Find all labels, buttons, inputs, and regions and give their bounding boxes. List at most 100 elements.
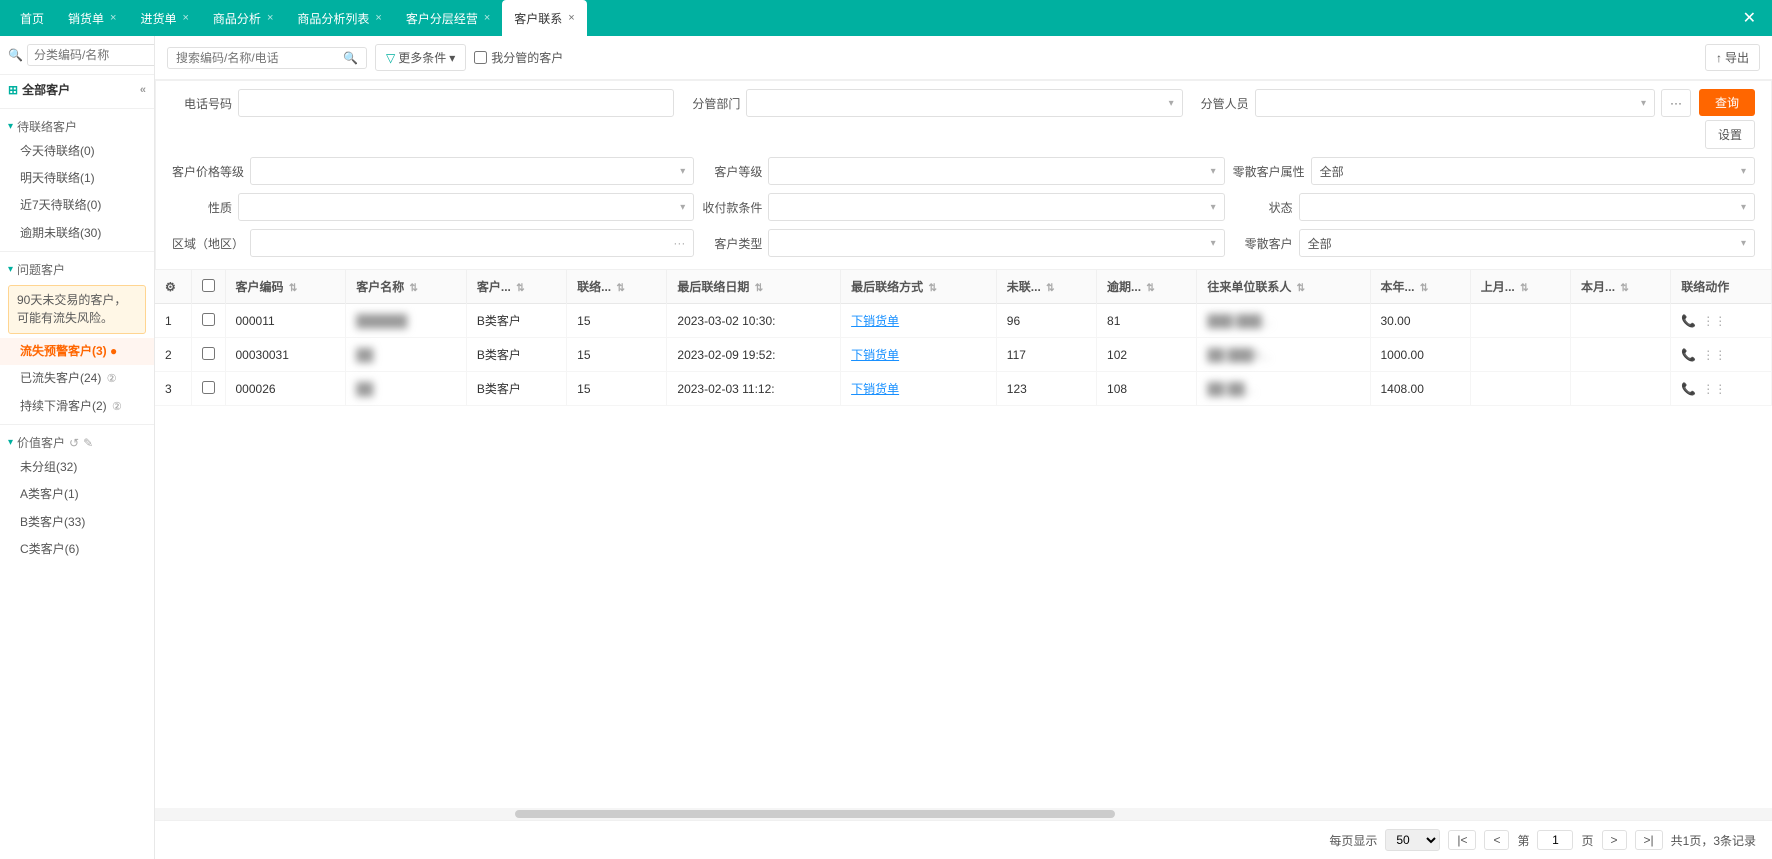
tab-home[interactable]: 首页 <box>8 0 56 36</box>
tab-customer-layer[interactable]: 客户分层经营 × <box>394 0 502 36</box>
horizontal-scrollbar[interactable] <box>315 808 1612 820</box>
manager-dots-button[interactable]: ··· <box>1661 89 1691 117</box>
phone-action-icon[interactable]: 📞 <box>1681 348 1696 362</box>
tab-purchase-order[interactable]: 进货单 × <box>128 0 200 36</box>
sidebar-item-c-class[interactable]: C类客户(6) <box>0 536 154 563</box>
col-checkbox[interactable] <box>191 270 225 304</box>
close-icon[interactable]: × <box>568 12 574 24</box>
customer-type-select[interactable]: ▾ <box>768 229 1224 257</box>
col-last-month[interactable]: 上月... ⇅ <box>1470 270 1570 304</box>
query-button[interactable]: 查询 <box>1699 89 1755 116</box>
sidebar-item-a-class[interactable]: A类客户(1) <box>0 481 154 508</box>
sidebar-item-b-class[interactable]: B类客户(33) <box>0 509 154 536</box>
row-checkbox[interactable] <box>202 313 215 326</box>
sidebar-item-overdue[interactable]: 逾期未联络(30) <box>0 220 154 247</box>
sidebar-root-item[interactable]: ⊞ 全部客户 « <box>0 75 154 104</box>
close-icon[interactable]: × <box>484 12 490 24</box>
retail-attr-select[interactable]: 全部 ▾ <box>1311 157 1755 185</box>
col-overdue[interactable]: 逾期... ⇅ <box>1097 270 1197 304</box>
select-all-checkbox[interactable] <box>202 279 215 292</box>
close-icon[interactable]: × <box>182 12 188 24</box>
sidebar-group-pending[interactable]: ▾ 待联络客户 <box>0 113 154 138</box>
price-level-select[interactable]: ▾ <box>250 157 694 185</box>
col-customer-type[interactable]: 客户... ⇅ <box>466 270 566 304</box>
sidebar-group-value[interactable]: ▾ 价值客户 ↺ ✎ <box>0 429 154 454</box>
last-page-button[interactable]: >| <box>1635 830 1663 850</box>
tab-sales-order[interactable]: 销货单 × <box>56 0 128 36</box>
phone-action-icon[interactable]: 📞 <box>1681 382 1696 396</box>
retail-customer-select[interactable]: 全部 ▾ <box>1299 229 1755 257</box>
first-page-button[interactable]: |< <box>1448 830 1476 850</box>
col-unlink-days[interactable]: 未联... ⇅ <box>996 270 1096 304</box>
region-input[interactable]: ··· <box>250 229 694 257</box>
phone-action-icon[interactable]: 📞 <box>1681 314 1696 328</box>
sidebar-group-problem[interactable]: ▾ 问题客户 <box>0 256 154 281</box>
close-icon[interactable]: × <box>375 12 381 24</box>
col-settings[interactable]: ⚙ <box>155 270 191 304</box>
phone-input[interactable] <box>238 89 674 117</box>
sidebar-item-churned[interactable]: 已流失客户(24) ② <box>0 365 154 393</box>
more-action-icon[interactable]: ⋮⋮ <box>1702 314 1726 328</box>
cell-last-method[interactable]: 下销货单 <box>841 338 997 372</box>
my-customers-checkbox-label[interactable]: 我分管的客户 <box>474 49 563 66</box>
more-action-icon[interactable]: ⋮⋮ <box>1702 348 1726 362</box>
cell-last-method[interactable]: 下销货单 <box>841 372 997 406</box>
collapse-icon[interactable]: « <box>140 84 146 96</box>
status-select[interactable]: ▾ <box>1299 193 1755 221</box>
cell-checkbox[interactable] <box>191 304 225 338</box>
cell-checkbox[interactable] <box>191 338 225 372</box>
col-code[interactable]: 客户编码 ⇅ <box>225 270 346 304</box>
page-number-input[interactable] <box>1537 830 1573 850</box>
sidebar-search-input[interactable] <box>27 44 155 66</box>
sidebar-item-churn-warning[interactable]: 流失预警客户(3) ● <box>0 338 154 365</box>
prev-page-button[interactable]: < <box>1484 830 1509 850</box>
cell-actions[interactable]: 📞 ⋮⋮ <box>1671 338 1772 372</box>
col-last-contact-date[interactable]: 最后联络日期 ⇅ <box>667 270 841 304</box>
per-page-select[interactable]: 50 100 200 <box>1385 829 1440 851</box>
sidebar-search-area: 🔍 <box>0 36 154 75</box>
sidebar-item-declining[interactable]: 持续下滑客户(2) ② <box>0 393 154 421</box>
search-input[interactable] <box>176 51 339 65</box>
manager-select[interactable]: ▾ <box>1255 89 1655 117</box>
tab-customer-contact[interactable]: 客户联系 × <box>502 0 586 36</box>
sidebar-item-tomorrow[interactable]: 明天待联络(1) <box>0 165 154 192</box>
settings-button[interactable]: 设置 <box>1705 120 1755 149</box>
next-page-button[interactable]: > <box>1602 830 1627 850</box>
row-checkbox[interactable] <box>202 347 215 360</box>
global-close-button[interactable]: ✕ <box>1735 8 1764 28</box>
row-checkbox[interactable] <box>202 381 215 394</box>
refresh-icon[interactable]: ↺ <box>69 436 79 450</box>
scrollbar-thumb[interactable] <box>515 810 1115 818</box>
customer-level-select[interactable]: ▾ <box>768 157 1224 185</box>
sidebar-item-week[interactable]: 近7天待联络(0) <box>0 192 154 219</box>
col-annual[interactable]: 本年... ⇅ <box>1370 270 1470 304</box>
chevron-down-icon: ▾ <box>1211 202 1216 213</box>
tab-product-analysis[interactable]: 商品分析 × <box>201 0 285 36</box>
more-filters-button[interactable]: ▽ 更多条件 ▾ <box>375 44 466 71</box>
cell-last-method[interactable]: 下销货单 <box>841 304 997 338</box>
filter-dept: 分管部门 ▾ <box>680 89 1182 117</box>
cell-actions[interactable]: 📞 ⋮⋮ <box>1671 304 1772 338</box>
nature-select[interactable]: ▾ <box>238 193 694 221</box>
tab-product-analysis-list[interactable]: 商品分析列表 × <box>285 0 393 36</box>
sidebar-item-today[interactable]: 今天待联络(0) <box>0 138 154 165</box>
cell-checkbox[interactable] <box>191 372 225 406</box>
payment-terms-select[interactable]: ▾ <box>768 193 1224 221</box>
chevron-down-icon: ▾ <box>1211 166 1216 177</box>
search-submit-icon[interactable]: 🔍 <box>343 51 358 65</box>
close-icon[interactable]: × <box>110 12 116 24</box>
col-last-contact-method[interactable]: 最后联络方式 ⇅ <box>841 270 997 304</box>
export-button[interactable]: ↑ 导出 <box>1705 44 1760 71</box>
settings-icon[interactable]: ⚙ <box>165 280 176 294</box>
more-action-icon[interactable]: ⋮⋮ <box>1702 382 1726 396</box>
close-icon[interactable]: × <box>267 12 273 24</box>
cell-actions[interactable]: 📞 ⋮⋮ <box>1671 372 1772 406</box>
my-customers-checkbox[interactable] <box>474 51 487 64</box>
col-name[interactable]: 客户名称 ⇅ <box>346 270 467 304</box>
col-contact-count[interactable]: 联络... ⇅ <box>567 270 667 304</box>
edit-icon[interactable]: ✎ <box>83 436 93 450</box>
sidebar-item-ungrouped[interactable]: 未分组(32) <box>0 454 154 481</box>
col-this-month[interactable]: 本月... ⇅ <box>1571 270 1671 304</box>
dept-select[interactable]: ▾ <box>746 89 1182 117</box>
col-contact-person[interactable]: 往来单位联系人 ⇅ <box>1197 270 1370 304</box>
